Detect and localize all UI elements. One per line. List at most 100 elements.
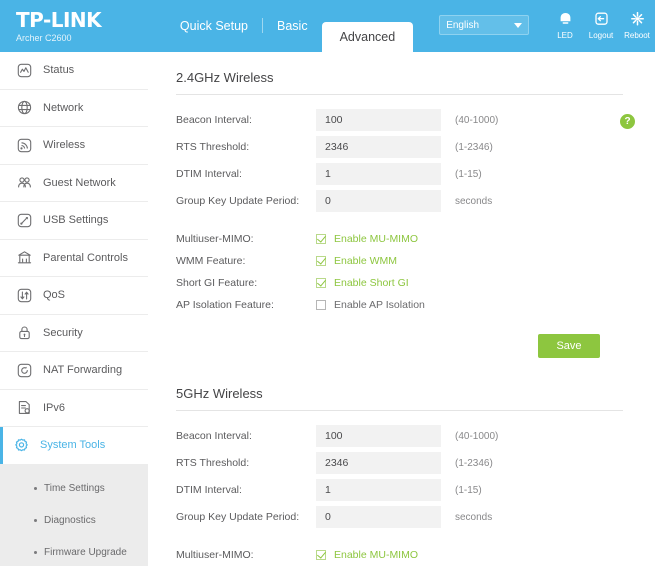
field-label: Group Key Update Period:: [176, 511, 300, 523]
group-key-update-input-24[interactable]: [316, 190, 441, 212]
short-gi-checkbox-24[interactable]: [316, 278, 326, 288]
submenu-item-label: Diagnostics: [44, 515, 96, 526]
field-hint: (1-2346): [455, 457, 493, 469]
reboot-icon: [619, 11, 655, 29]
checkbox-row-mumimo-5: Multiuser-MIMO: Enable MU-MIMO: [176, 544, 635, 566]
wireless-icon: [17, 137, 39, 153]
field-hint: seconds: [455, 511, 493, 523]
field-label: DTIM Interval:: [176, 484, 242, 496]
field-label: DTIM Interval:: [176, 168, 242, 180]
sidebar-item-label: USB Settings: [43, 214, 109, 227]
field-hint: (1-15): [455, 168, 482, 180]
field-hint: (1-2346): [455, 141, 493, 153]
wmm-checkbox-24[interactable]: [316, 256, 326, 266]
ap-isolation-checkbox-24[interactable]: [316, 300, 326, 310]
sidebar-item-label: Parental Controls: [43, 251, 128, 264]
tab-quick-setup[interactable]: Quick Setup: [166, 11, 262, 41]
field-row-rts-threshold-24: RTS Threshold: (1-2346): [176, 136, 635, 158]
checkbox-label: Enable Short GI: [334, 277, 409, 289]
qos-icon: [17, 287, 39, 303]
dtim-interval-input-24[interactable]: [316, 163, 441, 185]
reboot-label: Reboot: [624, 30, 650, 40]
language-select[interactable]: English: [439, 15, 529, 35]
led-label: LED: [557, 30, 573, 40]
globe-icon: [17, 100, 39, 116]
checkbox-row-mumimo-24: Multiuser-MIMO: Enable MU-MIMO: [176, 228, 635, 250]
beacon-interval-input-24[interactable]: [316, 109, 441, 131]
led-icon: [547, 11, 583, 29]
beacon-interval-input-5[interactable]: [316, 425, 441, 447]
submenu-item-time-settings[interactable]: Time Settings: [0, 473, 148, 505]
checkbox-row-wmm-24: WMM Feature: Enable WMM: [176, 250, 635, 272]
field-label: WMM Feature:: [176, 255, 246, 267]
field-row-group-key-update-24: Group Key Update Period: seconds: [176, 190, 635, 212]
checkbox-label: Enable MU-MIMO: [334, 233, 419, 245]
sidebar-item-wireless[interactable]: Wireless: [0, 127, 148, 164]
tab-basic[interactable]: Basic: [263, 11, 322, 41]
field-hint: (1-15): [455, 484, 482, 496]
parental-controls-icon: [17, 250, 39, 266]
sidebar-item-label: Status: [43, 64, 75, 77]
sidebar-item-label: Guest Network: [43, 176, 116, 189]
submenu-item-firmware-upgrade[interactable]: Firmware Upgrade: [0, 537, 148, 566]
field-label: AP Isolation Feature:: [176, 299, 274, 311]
sidebar-item-security[interactable]: Security: [0, 314, 148, 351]
field-hint: seconds: [455, 195, 493, 207]
sidebar-item-qos[interactable]: QoS: [0, 277, 148, 314]
page-layout: Status Network Wireless Guest Network US: [0, 52, 655, 566]
sidebar-item-guest-network[interactable]: Guest Network: [0, 164, 148, 201]
chevron-down-icon: [514, 22, 522, 28]
sidebar-item-label: IPv6: [43, 401, 66, 414]
save-button-24[interactable]: Save: [538, 334, 600, 358]
checkbox-label: Enable AP Isolation: [334, 299, 425, 311]
section-title-24ghz: 2.4GHz Wireless: [176, 70, 623, 95]
main-nav-tabs: Quick Setup Basic Advanced: [166, 0, 414, 52]
mumimo-checkbox-5[interactable]: [316, 550, 326, 560]
checkbox-block-5: Multiuser-MIMO: Enable MU-MIMO WMM Featu…: [176, 544, 635, 566]
mumimo-checkbox-24[interactable]: [316, 234, 326, 244]
field-hint: (40-1000): [455, 430, 499, 442]
checkbox-row-short-gi-24: Short GI Feature: Enable Short GI: [176, 272, 635, 294]
sidebar-item-label: Wireless: [43, 139, 86, 152]
lock-icon: [17, 325, 39, 341]
group-key-update-input-5[interactable]: [316, 506, 441, 528]
sidebar-item-network[interactable]: Network: [0, 89, 148, 126]
rts-threshold-input-5[interactable]: [316, 452, 441, 474]
field-label: Multiuser-MIMO:: [176, 549, 254, 561]
logout-icon: [583, 11, 619, 29]
help-button[interactable]: ?: [620, 114, 635, 129]
sidebar-item-usb-settings[interactable]: USB Settings: [0, 202, 148, 239]
dtim-interval-input-5[interactable]: [316, 479, 441, 501]
logout-button[interactable]: Logout: [583, 11, 619, 40]
led-button[interactable]: LED: [547, 11, 583, 40]
submenu-item-diagnostics[interactable]: Diagnostics: [0, 505, 148, 537]
field-label: Multiuser-MIMO:: [176, 233, 254, 245]
status-icon: [17, 62, 39, 78]
sidebar-item-status[interactable]: Status: [0, 52, 148, 89]
sidebar-item-parental-controls[interactable]: Parental Controls: [0, 239, 148, 276]
guest-network-icon: [17, 175, 39, 191]
header-actions: LED Logout Reboot: [547, 11, 655, 40]
sidebar-item-system-tools[interactable]: System Tools: [0, 427, 148, 464]
reboot-button[interactable]: Reboot: [619, 11, 655, 40]
sidebar-item-nat-forwarding[interactable]: NAT Forwarding: [0, 352, 148, 389]
checkbox-label: Enable WMM: [334, 255, 398, 267]
bullet-icon: [34, 551, 37, 554]
field-label: Beacon Interval:: [176, 430, 252, 442]
sidebar-item-ipv6[interactable]: IPv6: [0, 389, 148, 426]
tab-advanced[interactable]: Advanced: [321, 22, 414, 52]
brand-logo: TP-LINK: [16, 7, 102, 32]
checkbox-block-24: Multiuser-MIMO: Enable MU-MIMO WMM Featu…: [176, 228, 635, 316]
submenu-item-label: Firmware Upgrade: [44, 547, 127, 558]
sidebar: Status Network Wireless Guest Network US: [0, 52, 148, 566]
field-hint: (40-1000): [455, 114, 499, 126]
field-row-rts-threshold-5: RTS Threshold: (1-2346): [176, 452, 635, 474]
system-tools-submenu: Time Settings Diagnostics Firmware Upgra…: [0, 464, 148, 566]
field-row-beacon-interval-5: Beacon Interval: (40-1000): [176, 425, 635, 447]
field-label: Short GI Feature:: [176, 277, 258, 289]
sidebar-item-label: Network: [43, 101, 84, 114]
rts-threshold-input-24[interactable]: [316, 136, 441, 158]
bullet-icon: [34, 519, 37, 522]
brand: TP-LINK Archer C2600: [0, 10, 156, 43]
nat-forwarding-icon: [17, 362, 39, 378]
